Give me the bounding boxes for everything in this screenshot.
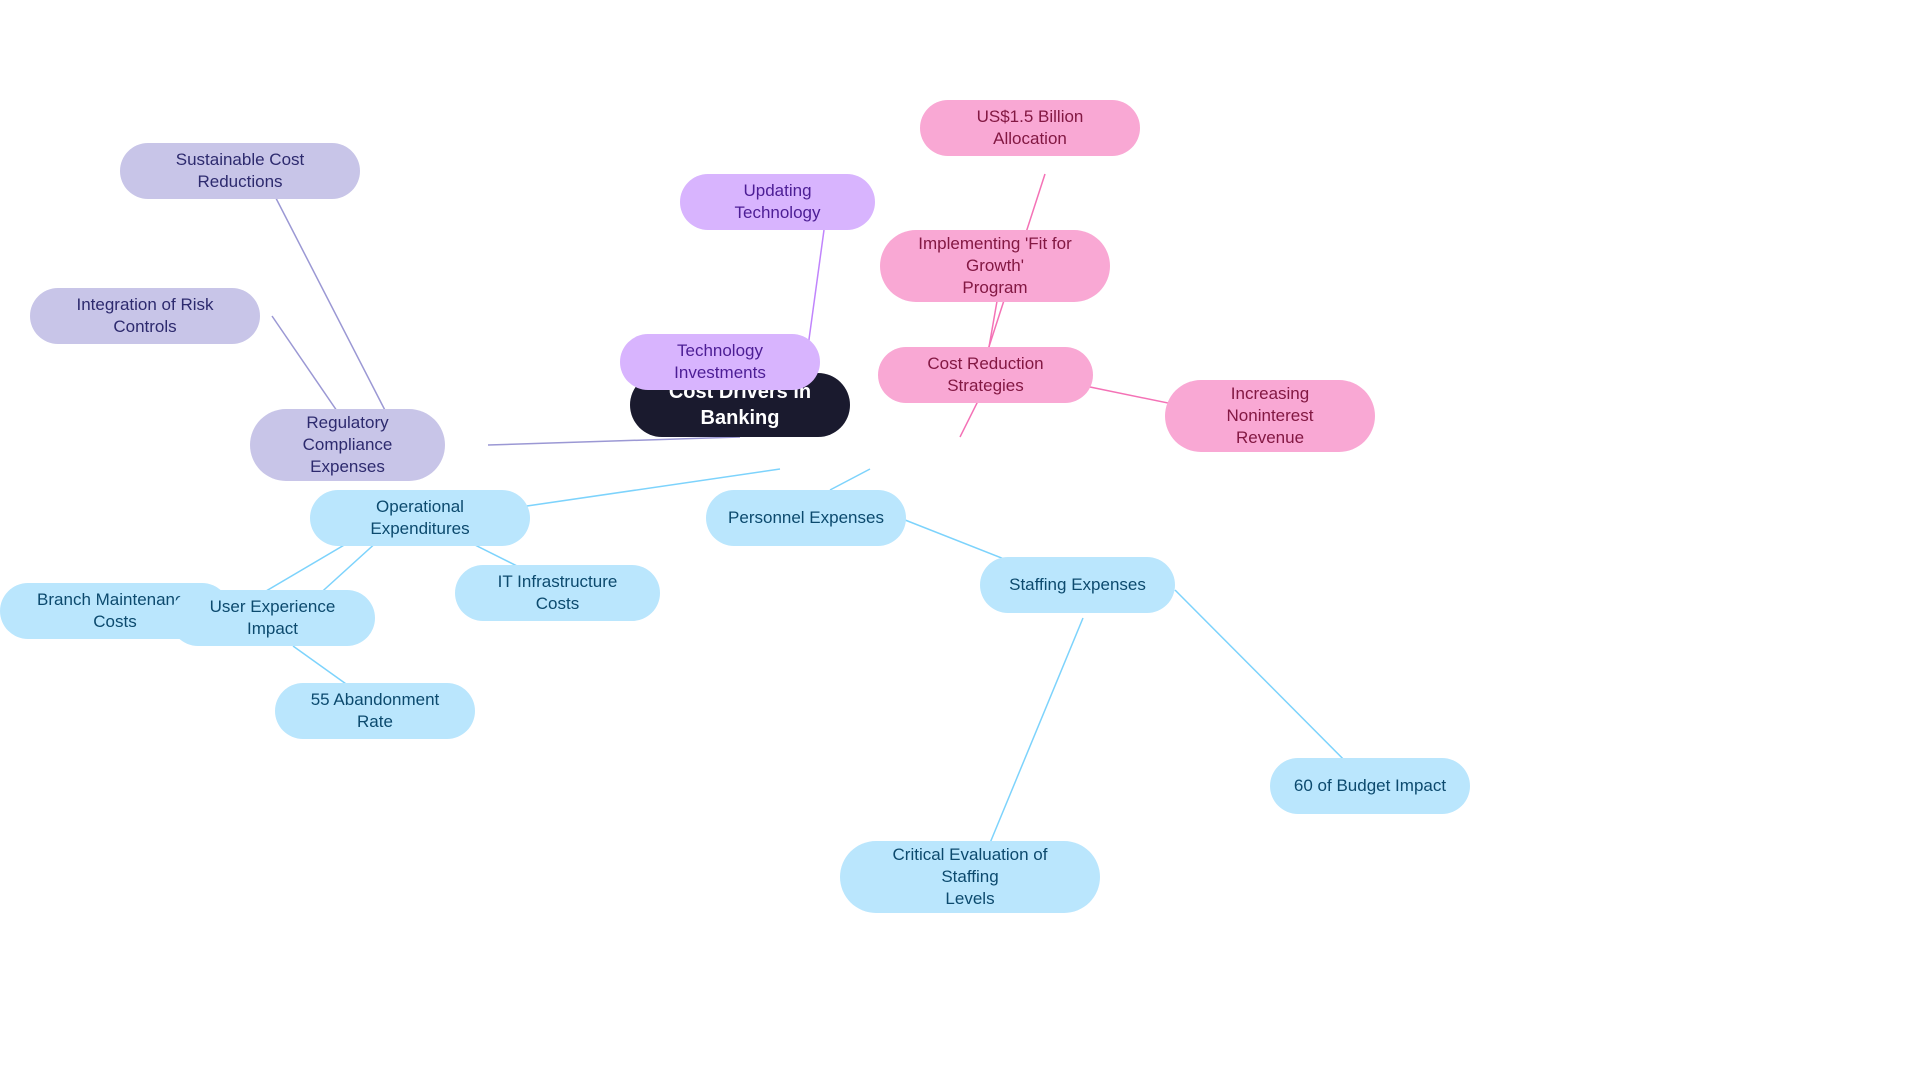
updating-tech-node: Updating Technology bbox=[680, 174, 875, 230]
sustainable-node: Sustainable Cost Reductions bbox=[120, 143, 360, 199]
operational-node: Operational Expenditures bbox=[310, 490, 530, 546]
noninterest-node: Increasing NoninterestRevenue bbox=[1165, 380, 1375, 452]
personnel-node: Personnel Expenses bbox=[706, 490, 906, 546]
tech-invest-node: Technology Investments bbox=[620, 334, 820, 390]
it-infra-node: IT Infrastructure Costs bbox=[455, 565, 660, 621]
integration-node: Integration of Risk Controls bbox=[30, 288, 260, 344]
budget-impact-node: 60 of Budget Impact bbox=[1270, 758, 1470, 814]
ux-impact-node: User Experience Impact bbox=[170, 590, 375, 646]
us-billion-node: US$1.5 Billion Allocation bbox=[920, 100, 1140, 156]
regulatory-node: Regulatory ComplianceExpenses bbox=[250, 409, 445, 481]
fit-growth-node: Implementing 'Fit for Growth'Program bbox=[880, 230, 1110, 302]
staffing-node: Staffing Expenses bbox=[980, 557, 1175, 613]
critical-eval-node: Critical Evaluation of StaffingLevels bbox=[840, 841, 1100, 913]
abandonment-node: 55 Abandonment Rate bbox=[275, 683, 475, 739]
cost-reduction-node: Cost Reduction Strategies bbox=[878, 347, 1093, 403]
